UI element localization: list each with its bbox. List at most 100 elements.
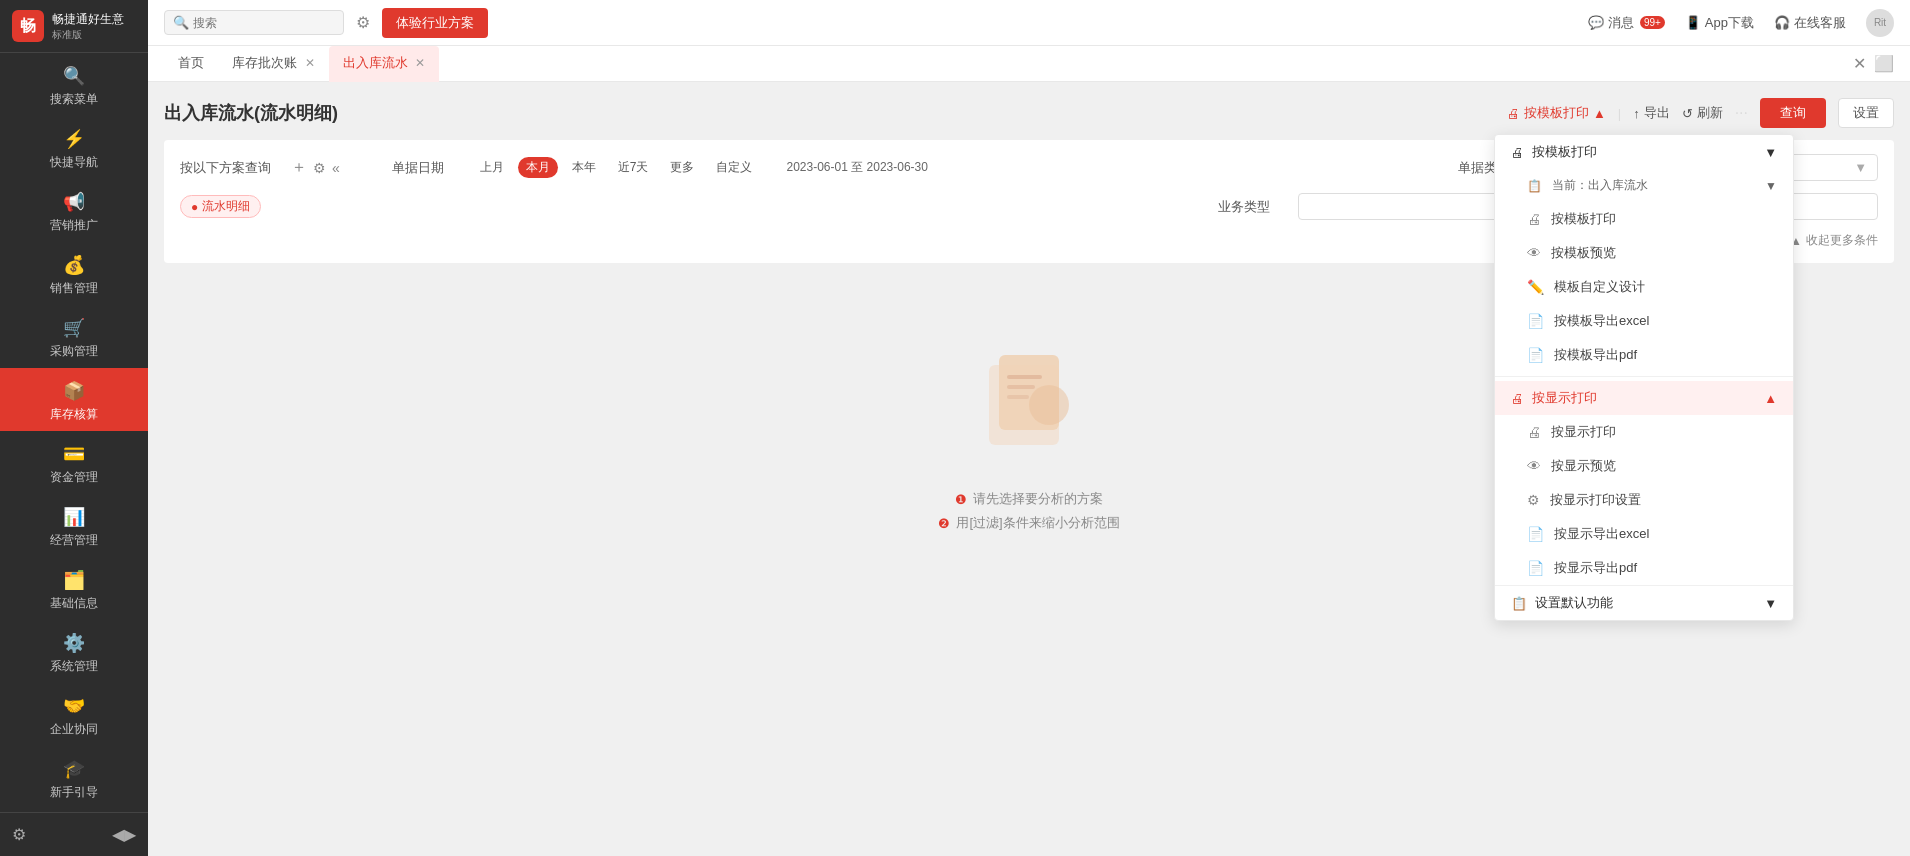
setting-btn[interactable]: 设置: [1838, 98, 1894, 128]
template-section-header[interactable]: 🖨 按模板打印 ▼: [1495, 135, 1793, 169]
sidebar-item-purchase[interactable]: 🛒 采购管理: [0, 305, 148, 368]
template-preview-icon: 👁: [1527, 245, 1541, 261]
guide-icon: 🎓: [63, 758, 85, 780]
sidebar-item-shortcut[interactable]: ⚡快捷导航: [0, 116, 148, 179]
sidebar-item-operation[interactable]: 📊经营管理: [0, 494, 148, 557]
collapse-btn[interactable]: ▲ 收起更多条件: [1790, 232, 1878, 249]
sidebar-item-system[interactable]: ⚙️系统管理: [0, 620, 148, 683]
display-section-header[interactable]: 🖨 按显示打印 ▲: [1495, 381, 1793, 415]
empty-tip-2: ❷ 用[过滤]条件来缩小分析范围: [938, 514, 1119, 532]
avatar: Rit: [1866, 9, 1894, 37]
topbar-search-box[interactable]: 🔍: [164, 10, 344, 35]
export-icon: ↑: [1633, 106, 1640, 121]
empty-tip-1: ❶ 请先选择要分析的方案: [955, 490, 1103, 508]
template-pdf-item[interactable]: 📄 按模板导出pdf: [1495, 338, 1793, 372]
tabs-bar: 首页 库存批次账 ✕ 出入库流水 ✕ ✕ ⬜: [148, 46, 1910, 82]
sidebar-item-marketing[interactable]: 📢 营销推广: [0, 179, 148, 242]
sidebar-item-basic[interactable]: 🗂️ 基础信息: [0, 557, 148, 620]
filter-set-icon[interactable]: ⚙: [313, 160, 326, 176]
sidebar-label-purchase: 采购管理: [50, 343, 98, 360]
filter-add-icon[interactable]: ＋: [291, 157, 307, 178]
date-this-month[interactable]: 本月: [518, 157, 558, 178]
current-icon: 📋: [1527, 179, 1542, 193]
date-more[interactable]: 更多: [662, 157, 702, 178]
print-template-btn[interactable]: 🖨 按模板打印 ▲: [1507, 104, 1606, 122]
type-label: 业务类型: [1218, 198, 1278, 216]
notification-icon: 💬: [1588, 15, 1604, 30]
tab-flow[interactable]: 出入库流水 ✕: [329, 46, 440, 82]
tab-batch[interactable]: 库存批次账 ✕: [218, 46, 329, 82]
phone-icon: 📱: [1685, 15, 1701, 30]
date-7days[interactable]: 近7天: [610, 157, 657, 178]
sidebar-item-finance[interactable]: 💳资金管理: [0, 431, 148, 494]
sidebar-label-finance: 资金管理: [50, 469, 98, 486]
date-range-text: 2023-06-01 至 2023-06-30: [786, 159, 927, 176]
topbar-gear-icon[interactable]: ⚙: [356, 13, 370, 32]
window-close-icon[interactable]: ✕: [1853, 54, 1866, 73]
template-custom-item[interactable]: ✏️ 模板自定义设计: [1495, 270, 1793, 304]
tab-flow-close[interactable]: ✕: [415, 56, 425, 70]
sidebar-nav: 🔍搜索菜单⚡快捷导航 📢 营销推广 💰 销售管理 🛒 采购管理 📦 库存核算 💳资金管理📊经营管理…: [0, 53, 148, 812]
display-preview-icon: 👁: [1527, 458, 1541, 474]
display-preview-item[interactable]: 👁 按显示预览: [1495, 449, 1793, 483]
sidebar-label-basic: 基础信息: [50, 595, 98, 612]
sidebar-item-enterprise[interactable]: 🤝企业协同: [0, 683, 148, 746]
headset-icon: 🎧: [1774, 15, 1790, 30]
default-icon: 📋: [1511, 596, 1527, 611]
display-settings-item[interactable]: ⚙ 按显示打印设置: [1495, 483, 1793, 517]
refresh-btn[interactable]: ↺ 刷新: [1682, 104, 1723, 122]
tag-icon: ●: [191, 200, 198, 214]
filter-collapse-icon[interactable]: «: [332, 160, 340, 176]
customer-service-item[interactable]: 🎧 在线客服: [1774, 14, 1846, 32]
display-print-item[interactable]: 🖨 按显示打印: [1495, 415, 1793, 449]
current-template-label: 📋 当前：出入库流水 ▼: [1495, 169, 1793, 202]
logo-text: 畅捷通好生意 标准版: [52, 11, 124, 42]
sidebar-item-guide[interactable]: 🎓新手引导: [0, 746, 148, 809]
collapse-icon[interactable]: ◀▶: [112, 825, 136, 844]
user-avatar-item[interactable]: Rit: [1866, 9, 1894, 37]
template-excel-icon: 📄: [1527, 313, 1544, 329]
date-custom[interactable]: 自定义: [708, 157, 760, 178]
settings-icon[interactable]: ⚙: [12, 825, 26, 844]
set-default-item[interactable]: 📋 设置默认功能 ▼: [1495, 585, 1793, 620]
date-shortcuts: 上月 本月 本年 近7天 更多 自定义: [472, 157, 761, 178]
basic-icon: 🗂️: [63, 569, 85, 591]
window-maximize-icon[interactable]: ⬜: [1874, 54, 1894, 73]
industry-btn[interactable]: 体验行业方案: [382, 8, 488, 38]
template-print-item[interactable]: 🖨 按模板打印: [1495, 202, 1793, 236]
sidebar-label-inventory: 库存核算: [50, 406, 98, 423]
template-header-icon: 🖨: [1511, 145, 1524, 160]
date-this-year[interactable]: 本年: [564, 157, 604, 178]
sidebar-label-sales: 销售管理: [50, 280, 98, 297]
display-header-icon: 🖨: [1511, 391, 1524, 406]
app-download-item[interactable]: 📱 App下载: [1685, 14, 1754, 32]
template-pdf-icon: 📄: [1527, 347, 1544, 363]
template-arrow-icon: ▼: [1764, 145, 1777, 160]
notification-item[interactable]: 💬 消息 99+: [1588, 14, 1665, 32]
sales-icon: 💰: [63, 254, 85, 276]
template-excel-item[interactable]: 📄 按模板导出excel: [1495, 304, 1793, 338]
topbar-right: 💬 消息 99+ 📱 App下载 🎧 在线客服 Rit: [1588, 9, 1894, 37]
inventory-icon: 📦: [63, 380, 85, 402]
sidebar-item-search[interactable]: 🔍搜索菜单: [0, 53, 148, 116]
display-excel-item[interactable]: 📄 按显示导出excel: [1495, 517, 1793, 551]
export-btn[interactable]: ↑ 导出: [1633, 104, 1670, 122]
tab-batch-close[interactable]: ✕: [305, 56, 315, 70]
tab-home[interactable]: 首页: [164, 46, 218, 82]
purchase-icon: 🛒: [63, 317, 85, 339]
print-dropdown: 🖨 按模板打印 ▼ 📋 当前：出入库流水 ▼ 🖨 按模板打印: [1494, 134, 1794, 621]
refresh-icon: ↺: [1682, 106, 1693, 121]
sidebar-item-inventory[interactable]: 📦 库存核算: [0, 368, 148, 431]
enterprise-icon: 🤝: [63, 695, 85, 717]
search-input[interactable]: [193, 16, 323, 30]
marketing-icon: 📢: [63, 191, 85, 213]
sidebar-label-marketing: 营销推广: [50, 217, 98, 234]
type-select[interactable]: ▼: [1298, 193, 1518, 220]
query-btn[interactable]: 查询: [1760, 98, 1826, 128]
display-pdf-item[interactable]: 📄 按显示导出pdf: [1495, 551, 1793, 585]
date-label: 单据日期: [392, 159, 452, 177]
template-preview-item[interactable]: 👁 按模板预览: [1495, 236, 1793, 270]
water-detail-tag[interactable]: ● 流水明细: [180, 195, 261, 218]
sidebar-item-sales[interactable]: 💰 销售管理: [0, 242, 148, 305]
date-last-month[interactable]: 上月: [472, 157, 512, 178]
